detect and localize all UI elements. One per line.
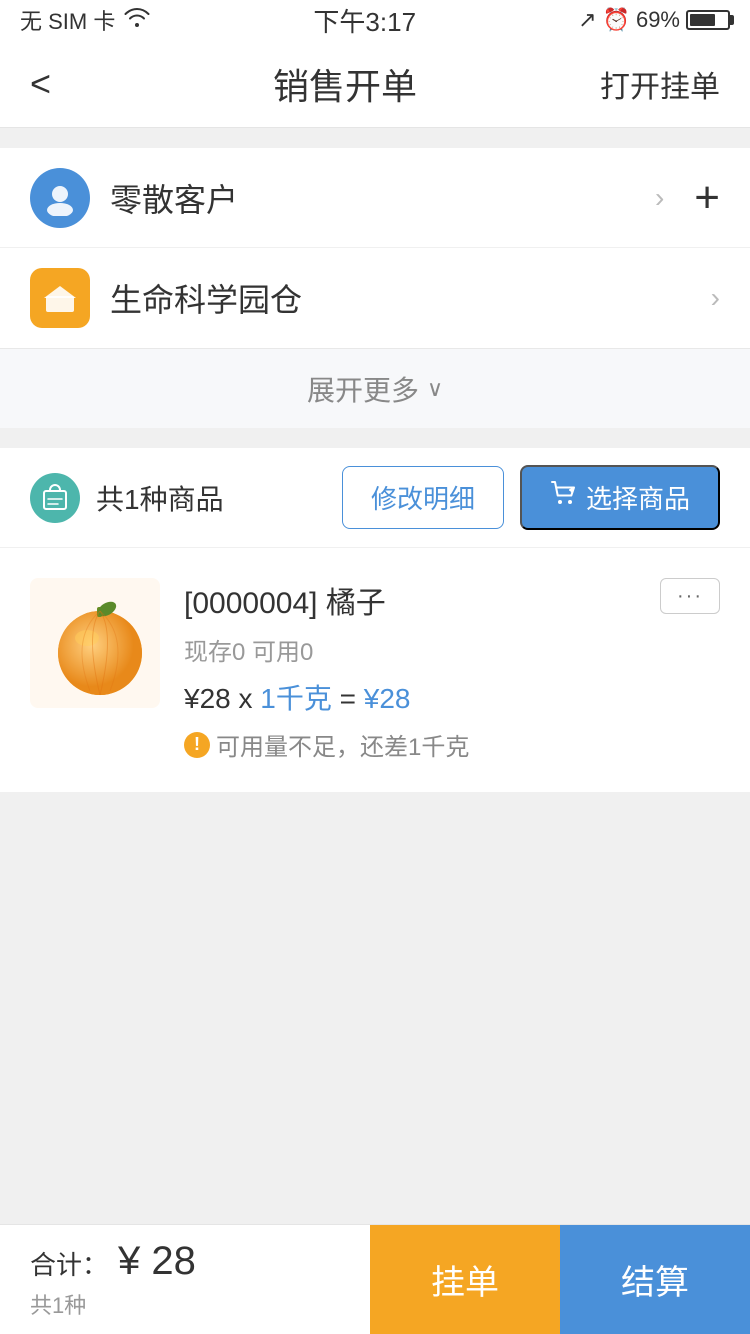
product-count-text: 共1种商品 — [96, 478, 342, 518]
checkout-button[interactable]: 结算 — [560, 1225, 750, 1334]
total-label-row: 合计： ¥ 28 — [30, 1239, 340, 1284]
top-gap — [0, 128, 750, 148]
hang-label: 挂单 — [431, 1255, 499, 1304]
product-stock: 现存0 可用0 — [184, 632, 720, 667]
customer-chevron-icon: › — [655, 182, 664, 214]
page-title: 销售开单 — [273, 58, 417, 110]
battery-icon — [686, 10, 730, 30]
expand-more-label: 展开更多 — [307, 369, 419, 409]
product-header: 共1种商品 修改明细 选择商品 — [0, 448, 750, 548]
quantity: 1千克 — [260, 683, 332, 714]
open-hang-button[interactable]: 打开挂单 — [600, 62, 720, 106]
product-name: [0000004] 橘子 — [184, 578, 720, 622]
select-product-button[interactable]: 选择商品 — [520, 465, 720, 530]
status-bar: 无 SIM 卡 下午3:17 ↗ ⏰ 69% — [0, 0, 750, 40]
customer-avatar-icon — [30, 168, 90, 228]
mid-gap — [0, 428, 750, 448]
select-product-label: 选择商品 — [586, 479, 690, 516]
product-id: [0000004] — [184, 587, 317, 620]
carrier-text: 无 SIM 卡 — [20, 4, 115, 36]
customer-name: 零散客户 — [110, 175, 655, 221]
warehouse-row[interactable]: 生命科学园仓 › — [0, 248, 750, 348]
bottom-bar: 合计： ¥ 28 共1种 挂单 结算 — [0, 1224, 750, 1334]
more-options-button[interactable]: ··· — [660, 578, 720, 614]
warning-icon: ! — [184, 732, 210, 758]
product-image — [30, 578, 160, 708]
wifi-icon — [123, 6, 151, 34]
warehouse-chevron-icon: › — [711, 282, 720, 314]
warehouse-name: 生命科学园仓 — [110, 275, 711, 321]
equals-sign: = — [340, 683, 364, 714]
checkout-label: 结算 — [621, 1255, 689, 1304]
product-price-row: ¥28 x 1千克 = ¥28 — [184, 677, 720, 717]
warning-text: 可用量不足，还差1千克 — [216, 727, 469, 762]
product-info: [0000004] 橘子 现存0 可用0 ¥28 x 1千克 = ¥28 ! 可… — [184, 578, 720, 762]
hang-order-button[interactable]: 挂单 — [370, 1225, 560, 1334]
total-amount: ¥ 28 — [118, 1239, 196, 1284]
battery-percent: 69% — [636, 7, 680, 33]
customer-row[interactable]: 零散客户 › + — [0, 148, 750, 248]
add-customer-button[interactable]: + — [694, 176, 720, 220]
nav-bar: < 销售开单 打开挂单 — [0, 40, 750, 128]
product-warning: ! 可用量不足，还差1千克 — [184, 727, 720, 762]
product-item: [0000004] 橘子 现存0 可用0 ¥28 x 1千克 = ¥28 ! 可… — [0, 548, 750, 792]
location-icon: ↗ — [578, 7, 596, 33]
status-time: 下午3:17 — [313, 2, 416, 39]
total-label-text: 合计： — [30, 1245, 108, 1282]
product-title: 橘子 — [326, 587, 386, 620]
total-section: 合计： ¥ 28 共1种 — [0, 1239, 370, 1320]
status-left: 无 SIM 卡 — [20, 4, 151, 36]
total-count: 共1种 — [30, 1288, 340, 1320]
expand-chevron-icon: ∨ — [427, 376, 443, 402]
alarm-icon: ⏰ — [603, 7, 630, 33]
warehouse-icon — [30, 268, 90, 328]
back-button[interactable]: < — [30, 63, 90, 105]
unit-price: ¥28 — [184, 683, 231, 714]
cart-icon — [550, 480, 578, 515]
expand-more-row[interactable]: 展开更多 ∨ — [0, 348, 750, 428]
more-dots-icon: ··· — [677, 585, 703, 608]
total-price: ¥28 — [364, 683, 411, 714]
status-right: ↗ ⏰ 69% — [578, 7, 730, 33]
modify-detail-button[interactable]: 修改明细 — [342, 466, 504, 529]
price-multiply: x — [239, 683, 261, 714]
product-count-icon — [30, 473, 80, 523]
